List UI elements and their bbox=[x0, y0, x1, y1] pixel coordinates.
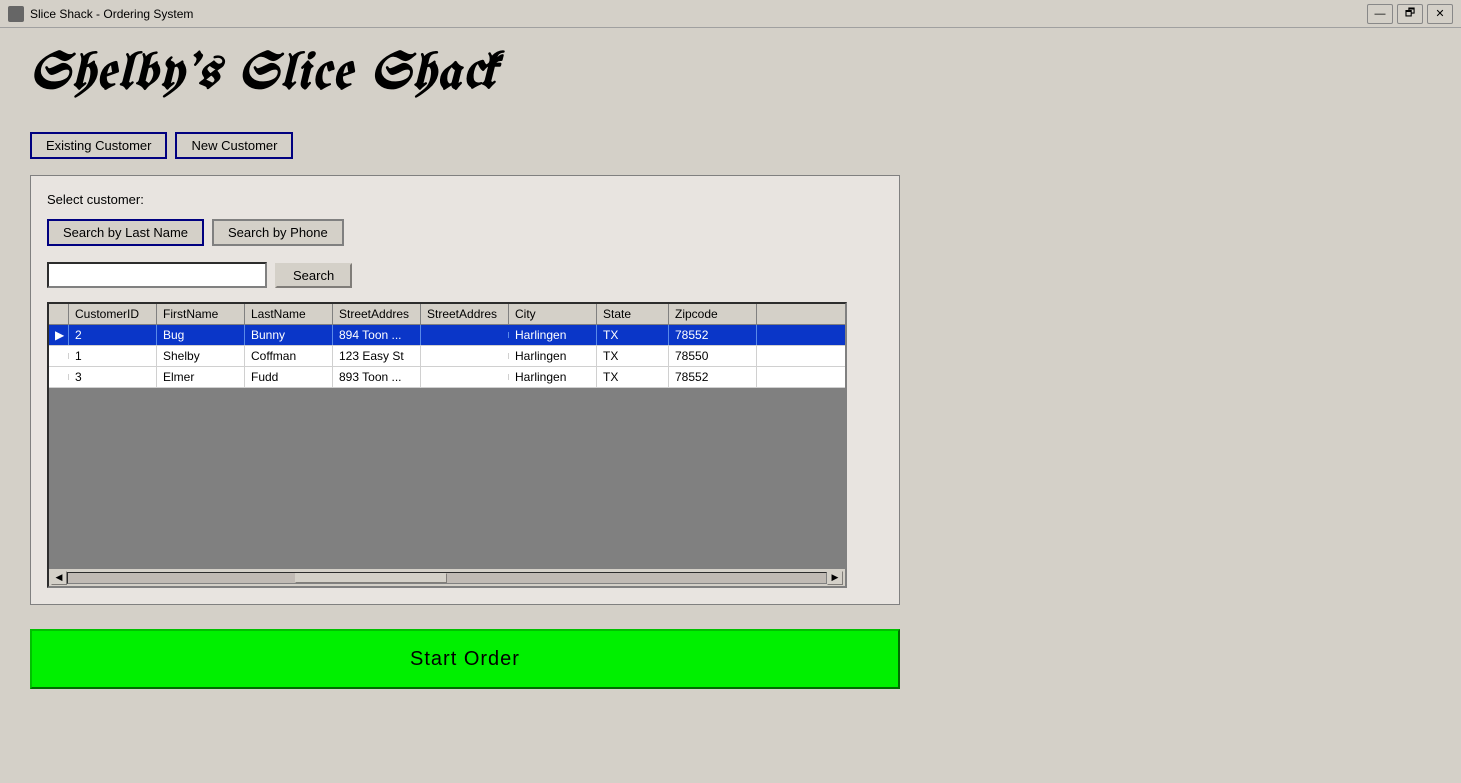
customer-panel: Select customer: Search by Last Name Sea… bbox=[30, 175, 900, 605]
existing-customer-button[interactable]: Existing Customer bbox=[30, 132, 167, 159]
search-by-phone-button[interactable]: Search by Phone bbox=[212, 219, 344, 246]
table-cell: 893 Toon ... bbox=[333, 367, 421, 387]
scrollbar-thumb[interactable] bbox=[295, 573, 447, 583]
datagrid-empty-area bbox=[49, 388, 845, 568]
minimize-button[interactable]: — bbox=[1367, 4, 1393, 24]
title-bar: Slice Shack - Ordering System — 🗗 ✕ bbox=[0, 0, 1461, 28]
header-state: State bbox=[597, 304, 669, 324]
table-cell bbox=[49, 353, 69, 359]
table-cell: Elmer bbox=[157, 367, 245, 387]
scrollbar-track bbox=[67, 572, 827, 584]
datagrid-body: ▶2BugBunny894 Toon ...HarlingenTX785521S… bbox=[49, 325, 845, 388]
customer-datagrid: CustomerID FirstName LastName StreetAddr… bbox=[47, 302, 847, 588]
table-cell: TX bbox=[597, 346, 669, 366]
table-cell: 2 bbox=[69, 325, 157, 345]
customer-type-row: Existing Customer New Customer bbox=[30, 132, 1431, 159]
header-streetaddr1: StreetAddres bbox=[333, 304, 421, 324]
table-cell bbox=[421, 332, 509, 338]
table-cell: Bug bbox=[157, 325, 245, 345]
search-button[interactable]: Search bbox=[275, 263, 352, 288]
app-icon bbox=[8, 6, 24, 22]
header-firstname: FirstName bbox=[157, 304, 245, 324]
search-input[interactable] bbox=[47, 262, 267, 288]
table-row[interactable]: 3ElmerFudd893 Toon ... HarlingenTX78552 bbox=[49, 367, 845, 388]
table-row[interactable]: 1ShelbyCoffman123 Easy St HarlingenTX7855… bbox=[49, 346, 845, 367]
table-cell: Fudd bbox=[245, 367, 333, 387]
table-cell: 78552 bbox=[669, 325, 757, 345]
header-streetaddr2: StreetAddres bbox=[421, 304, 509, 324]
search-row: Search bbox=[47, 262, 883, 288]
table-cell: 1 bbox=[69, 346, 157, 366]
header-lastname: LastName bbox=[245, 304, 333, 324]
table-cell bbox=[421, 374, 509, 380]
select-customer-label: Select customer: bbox=[47, 192, 883, 207]
close-button[interactable]: ✕ bbox=[1427, 4, 1453, 24]
table-cell bbox=[421, 353, 509, 359]
table-cell: Shelby bbox=[157, 346, 245, 366]
table-cell: Harlingen bbox=[509, 367, 597, 387]
title-bar-controls: — 🗗 ✕ bbox=[1367, 4, 1453, 24]
search-by-lastname-button[interactable]: Search by Last Name bbox=[47, 219, 204, 246]
table-cell: ▶ bbox=[49, 325, 69, 345]
datagrid-header: CustomerID FirstName LastName StreetAddr… bbox=[49, 304, 845, 325]
table-cell: TX bbox=[597, 367, 669, 387]
title-bar-text: Slice Shack - Ordering System bbox=[30, 7, 193, 21]
table-row[interactable]: ▶2BugBunny894 Toon ... HarlingenTX78552 bbox=[49, 325, 845, 346]
search-method-row: Search by Last Name Search by Phone bbox=[47, 219, 883, 246]
header-city: City bbox=[509, 304, 597, 324]
table-cell: 78550 bbox=[669, 346, 757, 366]
header-indicator bbox=[49, 304, 69, 324]
maximize-button[interactable]: 🗗 bbox=[1397, 4, 1423, 24]
table-cell: 78552 bbox=[669, 367, 757, 387]
main-content: Shelby's Slice Shack Existing Customer N… bbox=[0, 28, 1461, 709]
table-cell: Harlingen bbox=[509, 325, 597, 345]
new-customer-button[interactable]: New Customer bbox=[175, 132, 293, 159]
title-bar-left: Slice Shack - Ordering System bbox=[8, 6, 193, 22]
app-title: Shelby's Slice Shack bbox=[30, 48, 1431, 102]
datagrid-scrollbar-h: ◀ ▶ bbox=[49, 568, 845, 586]
scroll-right-button[interactable]: ▶ bbox=[827, 571, 843, 585]
start-order-button[interactable]: Start Order bbox=[30, 629, 900, 689]
table-cell: 3 bbox=[69, 367, 157, 387]
table-cell: 894 Toon ... bbox=[333, 325, 421, 345]
table-cell: Bunny bbox=[245, 325, 333, 345]
header-customerid: CustomerID bbox=[69, 304, 157, 324]
header-zipcode: Zipcode bbox=[669, 304, 757, 324]
table-cell: Harlingen bbox=[509, 346, 597, 366]
table-cell: TX bbox=[597, 325, 669, 345]
table-cell: Coffman bbox=[245, 346, 333, 366]
table-cell: 123 Easy St bbox=[333, 346, 421, 366]
scroll-left-button[interactable]: ◀ bbox=[51, 571, 67, 585]
table-cell bbox=[49, 374, 69, 380]
